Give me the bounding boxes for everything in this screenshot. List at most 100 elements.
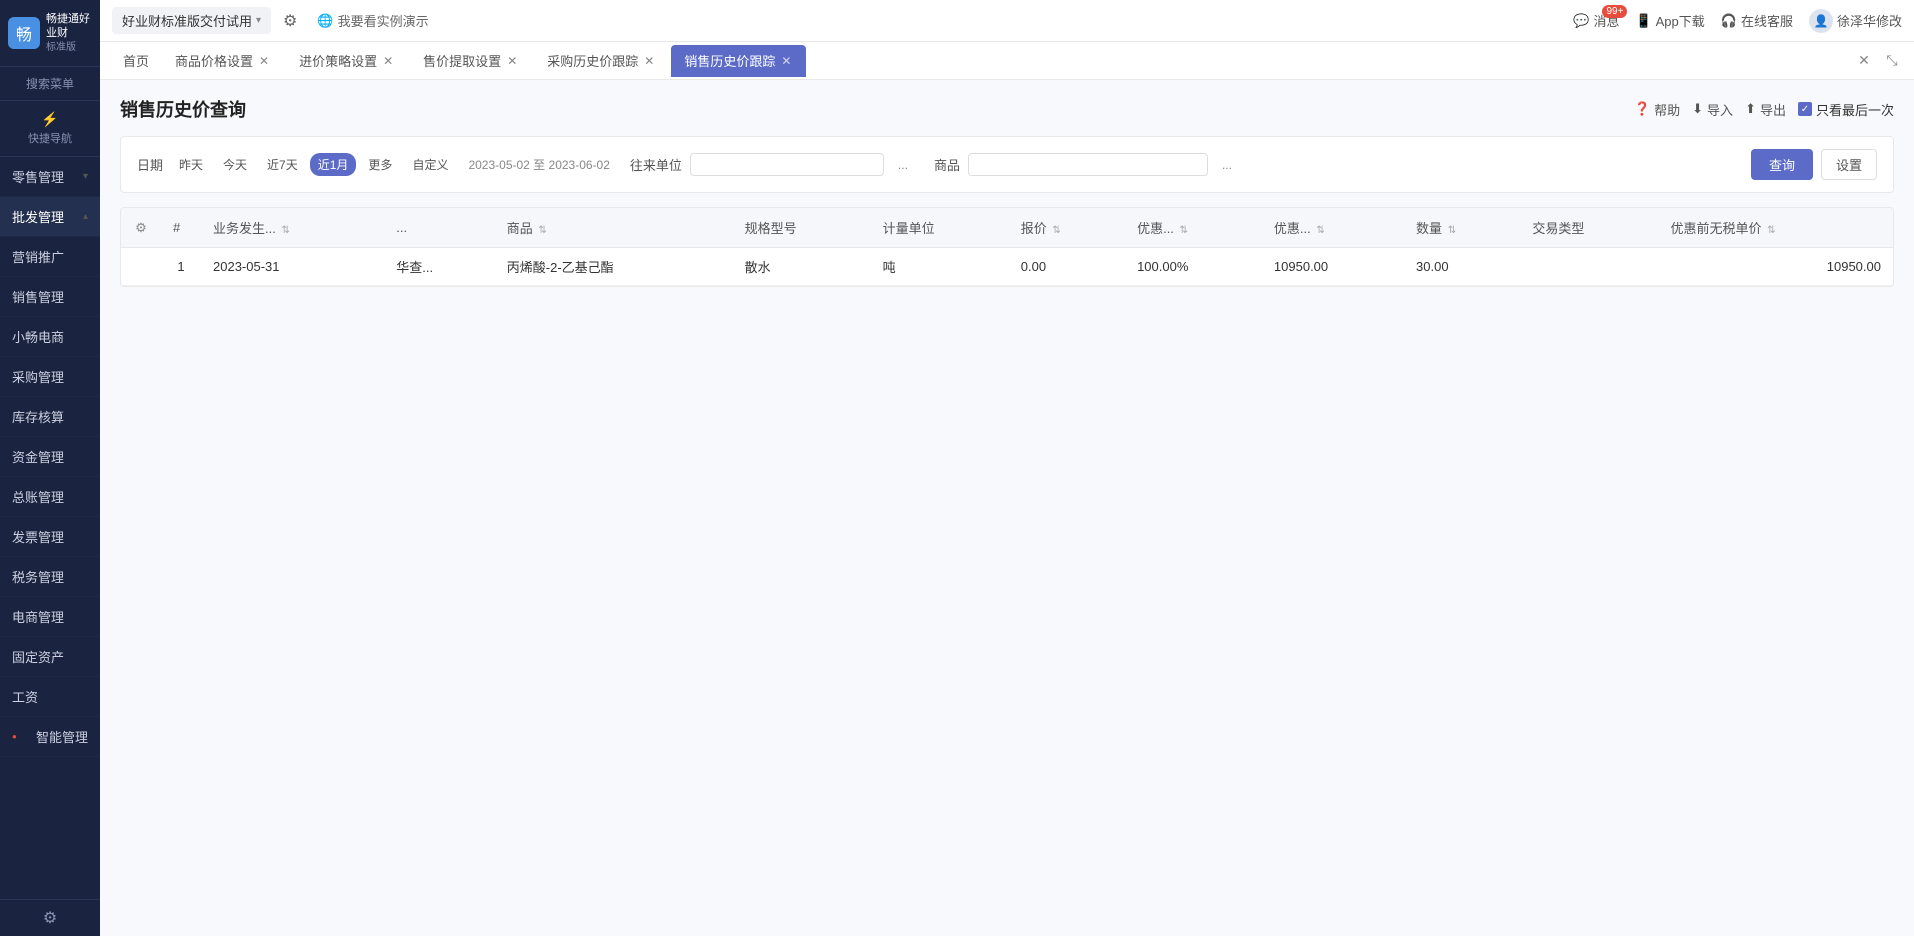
tab-product-price-close[interactable]: ✕ — [257, 54, 271, 68]
sidebar-item-assets[interactable]: 固定资产 — [0, 637, 100, 677]
content-area: 销售历史价查询 ❓ 帮助 ⬇ 导入 ⬆ 导出 ✓ 只看最后一次 — [100, 80, 1914, 936]
query-button[interactable]: 查询 — [1751, 149, 1813, 180]
source-unit-label: 往来单位 — [630, 155, 682, 174]
topbar-right: 💬 消息 99+ 📱 App下载 🎧 在线客服 👤 徐泽华修改 — [1573, 9, 1902, 33]
sidebar-item-marketing[interactable]: 营销推广 — [0, 237, 100, 277]
tab-purchase-strategy[interactable]: 进价策略设置 ✕ — [286, 45, 408, 77]
sidebar-logo: 畅 畅捷通好业财 标准版 — [0, 0, 100, 67]
tab-sale-price[interactable]: 售价提取设置 ✕ — [410, 45, 532, 77]
date-option-today[interactable]: 今天 — [215, 153, 255, 176]
export-icon: ⬆ — [1745, 101, 1756, 117]
sidebar-item-finance[interactable]: 资金管理 — [0, 437, 100, 477]
product-input[interactable] — [977, 157, 1199, 172]
th-biz-date[interactable]: 业务发生... ⇅ — [201, 208, 384, 248]
import-link[interactable]: ⬇ 导入 — [1692, 100, 1733, 119]
app-download-button[interactable]: 📱 App下载 — [1635, 11, 1704, 30]
data-table: ⚙ # 业务发生... ⇅ ... 商品 ⇅ — [121, 208, 1893, 286]
sidebar-item-smart[interactable]: 智能管理 — [0, 717, 100, 757]
gear-icon[interactable]: ⚙ — [135, 220, 147, 235]
sidebar-item-invoice[interactable]: 发票管理 — [0, 517, 100, 557]
tabs-bar: 首页 商品价格设置 ✕ 进价策略设置 ✕ 售价提取设置 ✕ 采购历史价跟踪 ✕ … — [100, 42, 1914, 80]
th-price[interactable]: 报价 ⇅ — [1009, 208, 1125, 248]
date-option-last7[interactable]: 近7天 — [259, 153, 306, 176]
filter-actions: 查询 设置 — [1751, 149, 1877, 180]
sidebar-nav-quick[interactable]: ⚡ 快捷导航 — [0, 105, 100, 152]
tab-purchase-strategy-close[interactable]: ✕ — [381, 54, 395, 68]
th-discount2[interactable]: 优惠... ⇅ — [1262, 208, 1404, 248]
date-option-last1m[interactable]: 近1月 — [310, 153, 357, 176]
date-option-more[interactable]: 更多 — [360, 153, 400, 176]
page-title: 销售历史价查询 — [120, 96, 246, 122]
sidebar-settings-button[interactable]: ⚙ — [43, 908, 57, 928]
sidebar-item-ecommerce[interactable]: 电商管理 — [0, 597, 100, 637]
maximize-window-button[interactable]: ⤡ — [1882, 51, 1902, 71]
source-unit-input[interactable] — [699, 157, 875, 172]
tab-product-price[interactable]: 商品价格设置 ✕ — [162, 45, 284, 77]
tab-sale-price-close[interactable]: ✕ — [505, 54, 519, 68]
sidebar-search[interactable]: 搜索菜单 — [0, 67, 100, 101]
messages-button[interactable]: 💬 消息 99+ — [1573, 11, 1619, 30]
close-window-button[interactable]: ✕ — [1854, 51, 1874, 71]
th-unit: 计量单位 — [871, 208, 1009, 248]
version-selector[interactable]: 好业财标准版交付试用 ▾ — [112, 7, 271, 34]
online-service-button[interactable]: 🎧 在线客服 — [1721, 11, 1793, 30]
th-pretax-price[interactable]: 优惠前无税单价 ⇅ — [1658, 208, 1893, 248]
sidebar-menu: 零售管理 ▾ 批发管理 ▴ 营销推广 销售管理 小畅电商 采购管理 库存核算 资… — [0, 157, 100, 899]
source-unit-input-wrap[interactable] — [690, 153, 884, 176]
version-dropdown-icon: ▾ — [256, 15, 261, 26]
sidebar-item-sales[interactable]: 销售管理 — [0, 277, 100, 317]
main-area: 好业财标准版交付试用 ▾ ⚙ 🌐 我要看实例演示 💬 消息 99+ 📱 App下… — [100, 0, 1914, 936]
th-quantity[interactable]: 数量 ⇅ — [1404, 208, 1520, 248]
th-num: # — [161, 208, 201, 248]
tab-purchase-history[interactable]: 采购历史价跟踪 ✕ — [534, 45, 669, 77]
tab-sales-history-close[interactable]: ✕ — [779, 54, 793, 68]
sort-icon-discount2: ⇅ — [1316, 225, 1324, 236]
sidebar-item-tax[interactable]: 税务管理 — [0, 557, 100, 597]
topbar: 好业财标准版交付试用 ▾ ⚙ 🌐 我要看实例演示 💬 消息 99+ 📱 App下… — [100, 0, 1914, 42]
sidebar-item-ecommerce-small[interactable]: 小畅电商 — [0, 317, 100, 357]
sidebar-item-salary[interactable]: 工资 — [0, 677, 100, 717]
product-input-wrap[interactable] — [968, 153, 1208, 176]
export-link[interactable]: ⬆ 导出 — [1745, 100, 1786, 119]
messages-badge: 99+ — [1602, 5, 1627, 18]
sidebar-item-purchase[interactable]: 采购管理 — [0, 357, 100, 397]
tab-purchase-history-close[interactable]: ✕ — [642, 54, 656, 68]
sort-icon-biz-date: ⇅ — [281, 225, 289, 236]
cell-pretax-price: 10950.00 — [1658, 248, 1893, 286]
date-option-custom[interactable]: 自定义 — [404, 153, 456, 176]
message-icon: 💬 — [1573, 13, 1589, 29]
filter-settings-button[interactable]: 设置 — [1821, 149, 1877, 180]
avatar: 👤 — [1809, 9, 1833, 33]
cell-product: 丙烯酸-2-乙基己酯 — [495, 248, 733, 286]
source-unit-more[interactable]: ... — [892, 155, 914, 175]
sidebar-item-inventory[interactable]: 库存核算 — [0, 397, 100, 437]
tab-home[interactable]: 首页 — [112, 45, 160, 77]
sidebar-item-wholesale[interactable]: 批发管理 ▴ — [0, 197, 100, 237]
table-body: 1 2023-05-31 华查... 丙烯酸-2-乙基己酯 散水 吨 0.00 … — [121, 248, 1893, 286]
cell-price: 0.00 — [1009, 248, 1125, 286]
sort-icon-pretax: ⇅ — [1767, 225, 1775, 236]
product-label: 商品 — [934, 155, 960, 174]
th-discount1[interactable]: 优惠... ⇅ — [1125, 208, 1262, 248]
logo-text: 畅捷通好业财 标准版 — [46, 12, 92, 54]
th-gear[interactable]: ⚙ — [121, 208, 161, 248]
demo-link[interactable]: 🌐 我要看实例演示 — [309, 7, 436, 34]
sidebar-item-retail[interactable]: 零售管理 ▾ — [0, 157, 100, 197]
user-info[interactable]: 👤 徐泽华修改 — [1809, 9, 1902, 33]
topbar-settings-button[interactable]: ⚙ — [279, 7, 301, 35]
cell-gear — [121, 248, 161, 286]
cell-biz-date: 2023-05-31 — [201, 248, 384, 286]
product-more[interactable]: ... — [1216, 155, 1238, 175]
date-option-yesterday[interactable]: 昨天 — [171, 153, 211, 176]
sidebar-item-ledger[interactable]: 总账管理 — [0, 477, 100, 517]
th-more[interactable]: ... — [384, 208, 495, 248]
help-link[interactable]: ❓ 帮助 — [1634, 100, 1680, 119]
sidebar-quick-nav: ⚡ 快捷导航 — [0, 101, 100, 157]
th-product[interactable]: 商品 ⇅ — [495, 208, 733, 248]
tab-sales-history[interactable]: 销售历史价跟踪 ✕ — [671, 45, 806, 77]
cell-quantity: 30.00 — [1404, 248, 1520, 286]
date-label: 日期 — [137, 155, 163, 174]
date-options: 昨天 今天 近7天 近1月 更多 自定义 — [171, 153, 456, 176]
show-last-checkbox[interactable]: ✓ 只看最后一次 — [1798, 100, 1894, 119]
sidebar-bottom: ⚙ — [0, 899, 100, 936]
